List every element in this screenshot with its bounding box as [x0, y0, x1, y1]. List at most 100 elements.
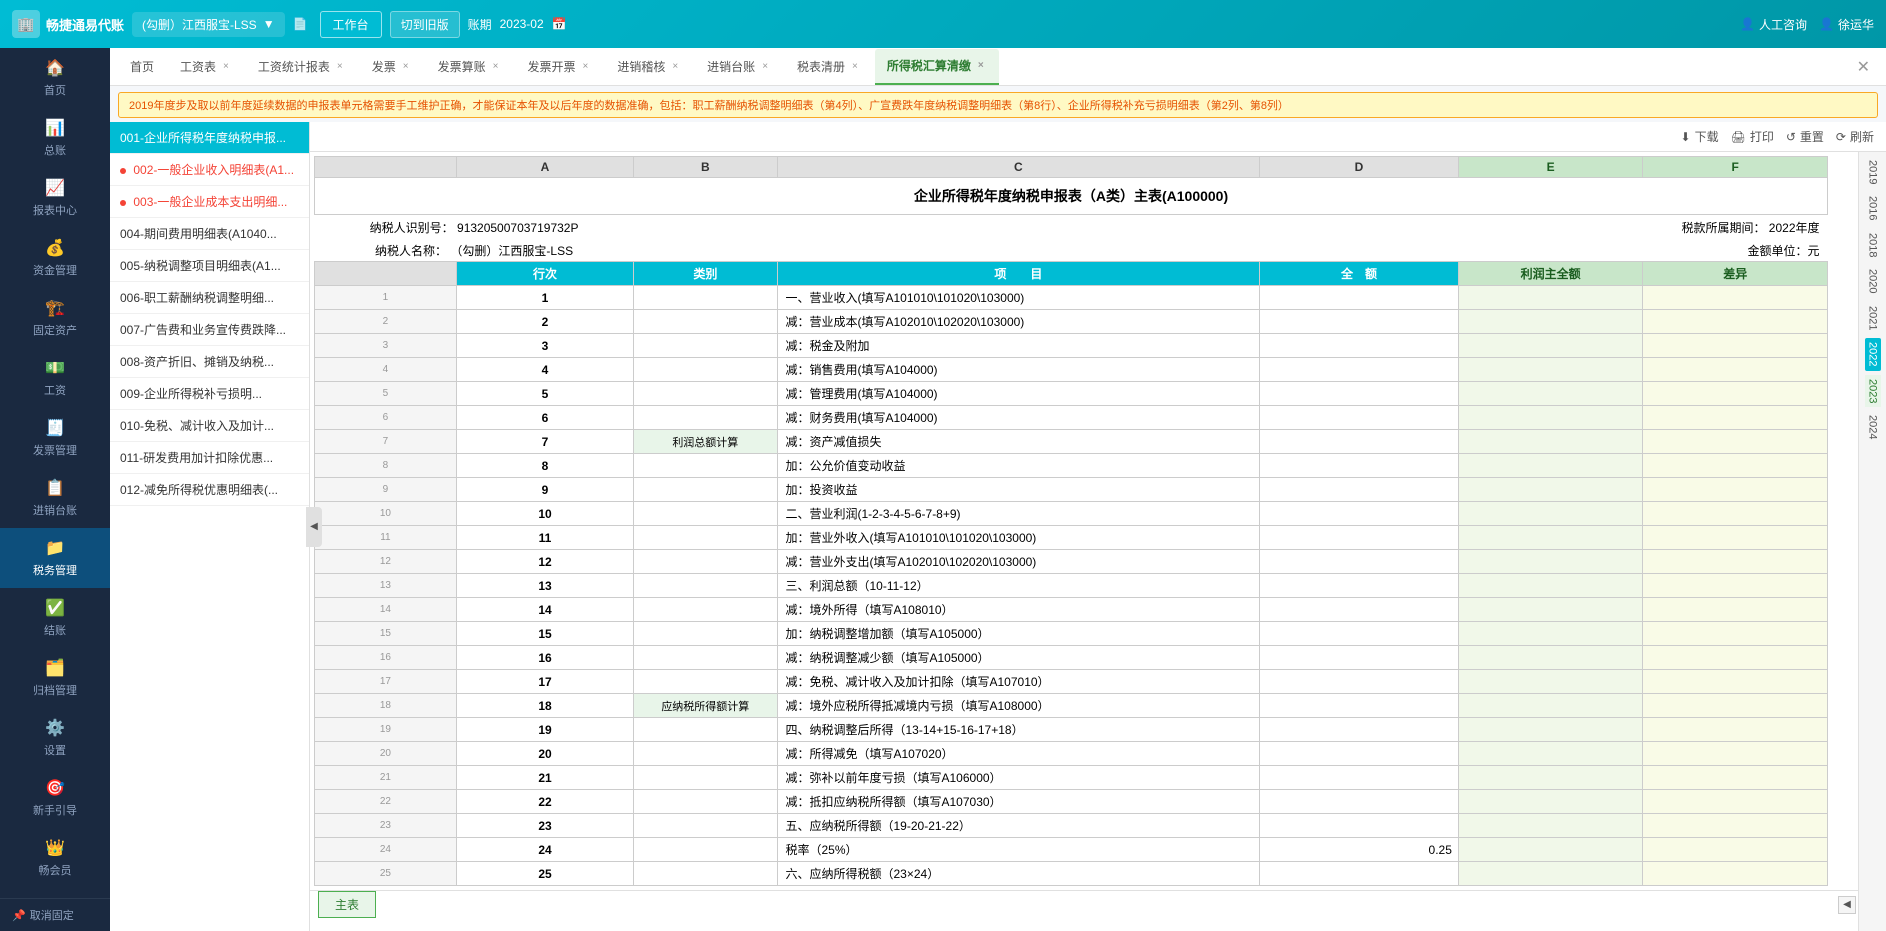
diff-cell[interactable]: [1643, 838, 1828, 862]
item-cell[interactable]: 减：抵扣应纳税所得额（填写A107030）: [777, 790, 1260, 814]
item-cell[interactable]: 加：公允价值变动收益: [777, 454, 1260, 478]
left-panel-item-011[interactable]: 011-研发费用加计扣除优惠...: [110, 442, 309, 474]
amount-cell[interactable]: [1260, 358, 1459, 382]
year-2021[interactable]: 2021: [1865, 302, 1881, 334]
left-panel-item-006[interactable]: 006-职工薪酬纳税调整明细...: [110, 282, 309, 314]
collapse-panel-button[interactable]: ◀: [306, 507, 322, 547]
left-panel-item-007[interactable]: 007-广告费和业务宣传费跌降...: [110, 314, 309, 346]
amount-cell[interactable]: [1260, 334, 1459, 358]
switch-version-button[interactable]: 切到旧版: [390, 11, 460, 38]
amount-cell[interactable]: [1260, 646, 1459, 670]
spreadsheet-area[interactable]: 2019 2016 2018 2020 2021 2022 2023 2024: [310, 152, 1886, 931]
bottom-tab-main[interactable]: 主表: [318, 891, 376, 918]
diff-cell[interactable]: [1643, 574, 1828, 598]
profit-cell[interactable]: [1458, 694, 1643, 718]
tab-tax-list-close[interactable]: ×: [849, 60, 861, 73]
diff-cell[interactable]: [1643, 406, 1828, 430]
profit-cell[interactable]: [1458, 862, 1643, 886]
tab-home[interactable]: 首页: [118, 49, 166, 85]
profit-cell[interactable]: [1458, 766, 1643, 790]
amount-cell[interactable]: [1260, 526, 1459, 550]
amount-cell[interactable]: [1260, 694, 1459, 718]
diff-cell[interactable]: [1643, 382, 1828, 406]
profit-cell[interactable]: [1458, 622, 1643, 646]
sidebar-item-assets[interactable]: 🏗️ 固定资产: [0, 288, 110, 348]
diff-cell[interactable]: [1643, 502, 1828, 526]
profit-cell[interactable]: [1458, 334, 1643, 358]
profit-cell[interactable]: [1458, 406, 1643, 430]
year-2020[interactable]: 2020: [1865, 265, 1881, 297]
amount-cell[interactable]: [1260, 310, 1459, 334]
profit-cell[interactable]: [1458, 454, 1643, 478]
diff-cell[interactable]: [1643, 598, 1828, 622]
item-cell[interactable]: 三、利润总额（10-11-12）: [777, 574, 1260, 598]
sidebar-item-finance[interactable]: 💰 资金管理: [0, 228, 110, 288]
reset-button[interactable]: ↺ 重置: [1786, 128, 1824, 145]
tab-purchase-audit[interactable]: 进销稽核 ×: [605, 49, 693, 85]
item-cell[interactable]: 六、应纳所得税额（23×24）: [777, 862, 1260, 886]
amount-cell[interactable]: [1260, 430, 1459, 454]
diff-cell[interactable]: [1643, 454, 1828, 478]
left-panel-item-009[interactable]: 009-企业所得税补亏损明...: [110, 378, 309, 410]
profit-cell[interactable]: [1458, 286, 1643, 310]
profit-cell[interactable]: [1458, 814, 1643, 838]
item-cell[interactable]: 五、应纳税所得额（19-20-21-22）: [777, 814, 1260, 838]
left-panel-item-010[interactable]: 010-免税、减计收入及加计...: [110, 410, 309, 442]
scroll-left-button[interactable]: ◀: [1838, 896, 1856, 914]
year-2016[interactable]: 2016: [1865, 192, 1881, 224]
user-name-area[interactable]: 👤 徐运华: [1819, 16, 1874, 33]
diff-cell[interactable]: [1643, 766, 1828, 790]
left-panel-item-012[interactable]: 012-减免所得税优惠明细表(...: [110, 474, 309, 506]
diff-cell[interactable]: [1643, 430, 1828, 454]
amount-cell[interactable]: [1260, 550, 1459, 574]
amount-cell[interactable]: [1260, 454, 1459, 478]
item-cell[interactable]: 减：免税、减计收入及加计扣除（填写A107010）: [777, 670, 1260, 694]
amount-cell[interactable]: [1260, 718, 1459, 742]
sidebar-item-ledger[interactable]: 📊 总账: [0, 108, 110, 168]
item-cell[interactable]: 税率（25%）: [777, 838, 1260, 862]
sidebar-item-guide[interactable]: 🎯 新手引导: [0, 768, 110, 828]
diff-cell[interactable]: [1643, 790, 1828, 814]
sidebar-item-reports[interactable]: 📈 报表中心: [0, 168, 110, 228]
tab-invoice-open-close[interactable]: ×: [579, 60, 591, 73]
amount-cell[interactable]: [1260, 574, 1459, 598]
left-panel-item-001[interactable]: 001-企业所得税年度纳税申报...: [110, 122, 309, 154]
profit-cell[interactable]: [1458, 478, 1643, 502]
left-panel-item-005[interactable]: 005-纳税调整项目明细表(A1...: [110, 250, 309, 282]
item-cell[interactable]: 减：财务费用(填写A104000): [777, 406, 1260, 430]
item-cell[interactable]: 减：管理费用(填写A104000): [777, 382, 1260, 406]
sidebar-item-home[interactable]: 🏠 首页: [0, 48, 110, 108]
profit-cell[interactable]: [1458, 742, 1643, 766]
profit-cell[interactable]: [1458, 502, 1643, 526]
tab-invoice-calc-close[interactable]: ×: [490, 60, 502, 73]
tab-salary[interactable]: 工资表 ×: [168, 49, 244, 85]
diff-cell[interactable]: [1643, 742, 1828, 766]
year-2023[interactable]: 2023: [1865, 375, 1881, 407]
diff-cell[interactable]: [1643, 646, 1828, 670]
amount-cell[interactable]: [1260, 502, 1459, 526]
profit-cell[interactable]: [1458, 598, 1643, 622]
diff-cell[interactable]: [1643, 814, 1828, 838]
diff-cell[interactable]: [1643, 286, 1828, 310]
tab-salary-stats[interactable]: 工资统计报表 ×: [246, 49, 358, 85]
profit-cell[interactable]: [1458, 550, 1643, 574]
tab-invoice[interactable]: 发票 ×: [360, 49, 424, 85]
sidebar-item-member[interactable]: 👑 畅会员: [0, 828, 110, 888]
profit-cell[interactable]: [1458, 430, 1643, 454]
close-all-tabs[interactable]: ✕: [1849, 57, 1878, 77]
item-cell[interactable]: 减：营业外支出(填写A102010\102020\103000): [777, 550, 1260, 574]
amount-cell[interactable]: [1260, 814, 1459, 838]
profit-cell[interactable]: [1458, 310, 1643, 334]
diff-cell[interactable]: [1643, 670, 1828, 694]
left-panel-item-002[interactable]: 002-一般企业收入明细表(A1...: [110, 154, 309, 186]
amount-cell[interactable]: [1260, 622, 1459, 646]
year-2018[interactable]: 2018: [1865, 229, 1881, 261]
item-cell[interactable]: 加：纳税调整增加额（填写A105000）: [777, 622, 1260, 646]
diff-cell[interactable]: [1643, 694, 1828, 718]
tab-salary-stats-close[interactable]: ×: [334, 60, 346, 73]
item-cell[interactable]: 加：投资收益: [777, 478, 1260, 502]
profit-cell[interactable]: [1458, 526, 1643, 550]
diff-cell[interactable]: [1643, 550, 1828, 574]
sidebar-item-settings[interactable]: ⚙️ 设置: [0, 708, 110, 768]
profit-cell[interactable]: [1458, 358, 1643, 382]
